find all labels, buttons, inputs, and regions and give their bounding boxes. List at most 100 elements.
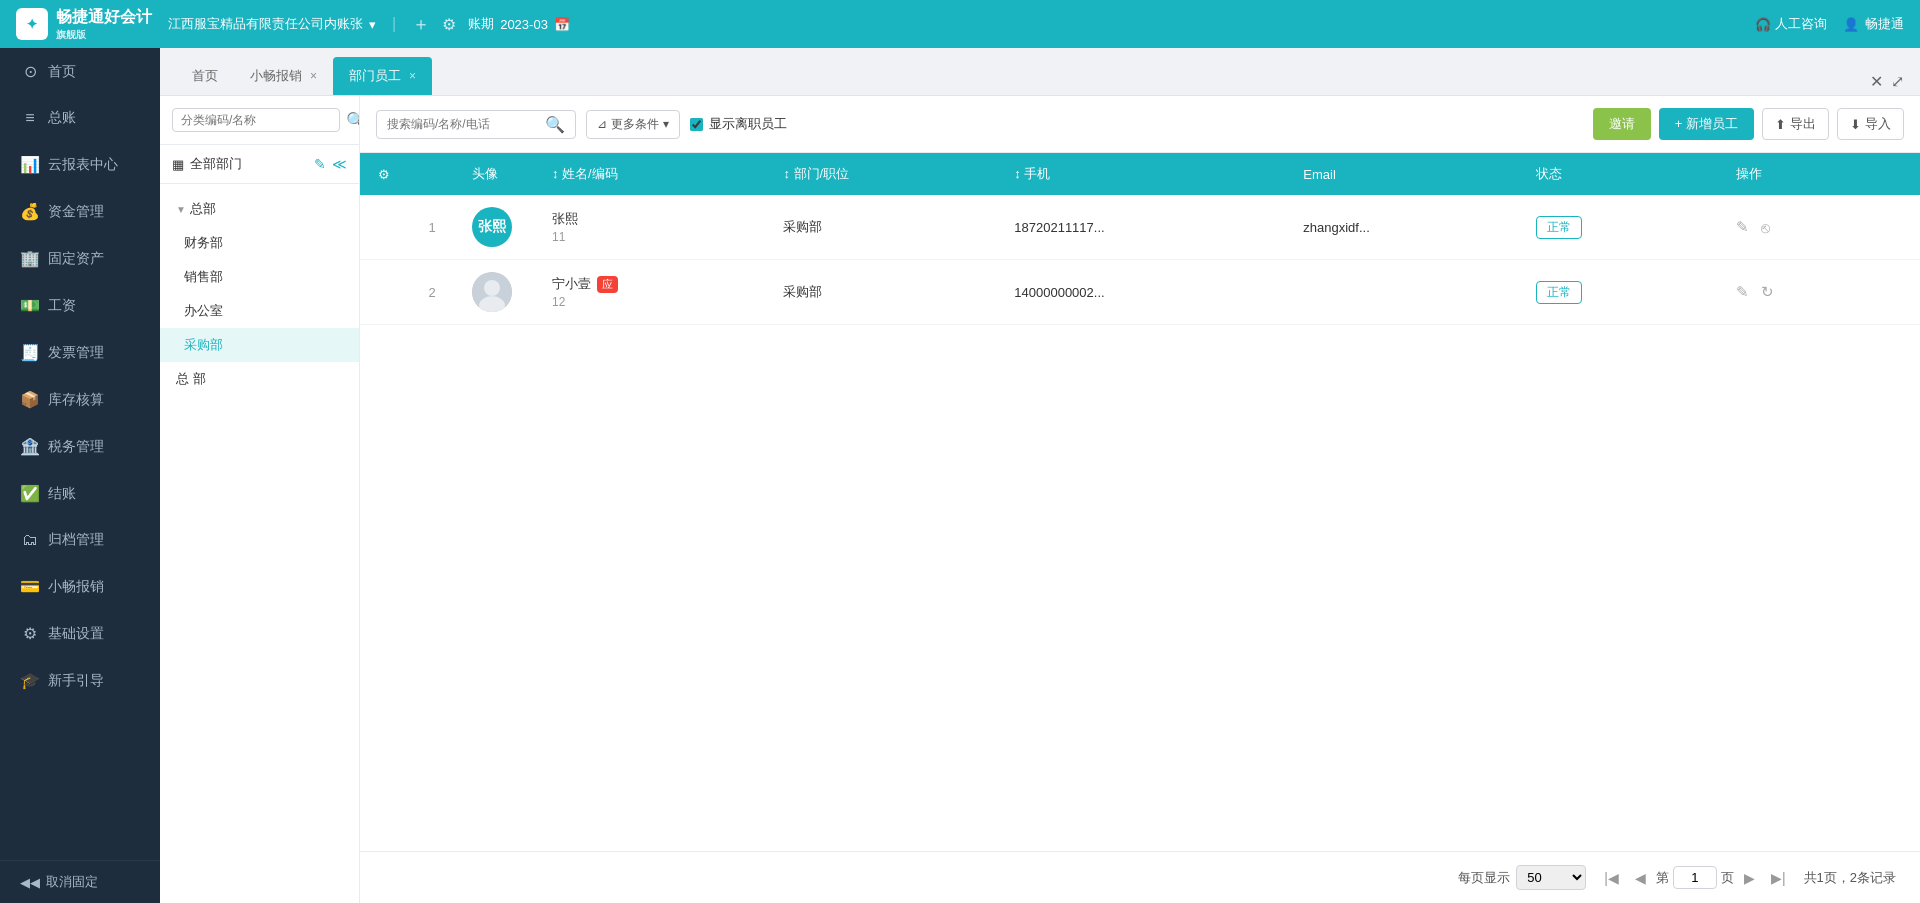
- show-resigned-checkbox[interactable]: [690, 118, 703, 131]
- sidebar-item-payroll[interactable]: 💵 工资: [0, 282, 160, 329]
- sidebar-item-guide[interactable]: 🎓 新手引导: [0, 657, 160, 704]
- table-row: 2: [360, 260, 1920, 325]
- col-dept-position[interactable]: ↕ 部门/职位: [767, 153, 998, 195]
- calendar-icon[interactable]: 📅: [554, 17, 570, 32]
- sidebar-item-label: 资金管理: [48, 203, 104, 221]
- dept-tree-body: ▼ 总部 财务部 销售部 办公室 采购部: [160, 184, 359, 903]
- sidebar-item-label: 云报表中心: [48, 156, 118, 174]
- tab-home[interactable]: 首页: [176, 57, 234, 95]
- add-employee-button[interactable]: + 新增员工: [1659, 108, 1754, 140]
- tab-employees[interactable]: 部门员工 ×: [333, 57, 432, 95]
- settings-icon[interactable]: ⚙: [442, 15, 456, 34]
- col-phone[interactable]: ↕ 手机: [998, 153, 1287, 195]
- settings-nav-icon: ⚙: [20, 624, 40, 643]
- edit-icon[interactable]: ✎: [1736, 218, 1749, 236]
- show-resigned-checkbox-wrap[interactable]: 显示离职员工: [690, 115, 787, 133]
- dept-purchase-label: 采购部: [184, 336, 223, 354]
- main-layout: ⊙ 首页 ≡ 总账 📊 云报表中心 💰 资金管理 🏢 固定资产 💵 工资 🧾 发…: [0, 48, 1920, 903]
- sidebar-item-closing[interactable]: ✅ 结账: [0, 470, 160, 517]
- user-menu[interactable]: 👤 畅捷通: [1843, 15, 1904, 33]
- row-2-actions: ✎ ↻: [1720, 260, 1920, 325]
- sidebar-item-assets[interactable]: 🏢 固定资产: [0, 235, 160, 282]
- refresh-icon[interactable]: ↻: [1761, 283, 1774, 301]
- next-page-button[interactable]: ▶: [1738, 867, 1761, 889]
- avatar: [472, 272, 512, 312]
- close-window-icon[interactable]: ✕: [1870, 72, 1883, 91]
- dept-node-hq-parent[interactable]: ▼ 总部: [160, 192, 359, 226]
- period-value: 2023-03: [500, 17, 548, 32]
- status-badge: 正常: [1536, 281, 1582, 304]
- sidebar-item-invoices[interactable]: 🧾 发票管理: [0, 329, 160, 376]
- row-2-name-code: 宁小壹 应 12: [536, 260, 767, 325]
- dept-edit-icon[interactable]: ✎: [314, 156, 326, 172]
- export-button[interactable]: ⬆ 导出: [1762, 108, 1829, 140]
- company-name: 江西服宝精品有限责任公司内账张: [168, 15, 363, 33]
- prev-page-button[interactable]: ◀: [1629, 867, 1652, 889]
- row-2-settings: [360, 260, 408, 325]
- sidebar-item-label: 发票管理: [48, 344, 104, 362]
- dept-sales-label: 销售部: [184, 268, 223, 286]
- dept-search-icon[interactable]: 🔍: [346, 111, 360, 130]
- sidebar-item-reports[interactable]: 📊 云报表中心: [0, 141, 160, 188]
- add-company-button[interactable]: ＋: [412, 12, 430, 36]
- sidebar-item-expense[interactable]: 💳 小畅报销: [0, 563, 160, 610]
- logout-icon[interactable]: ⎋: [1761, 219, 1770, 236]
- badge-pending: 应: [597, 276, 618, 293]
- app-logo-title: 畅捷通好会计: [56, 7, 152, 28]
- first-page-button[interactable]: |◀: [1598, 867, 1625, 889]
- row-1-phone: 18720211117...: [998, 195, 1287, 260]
- dept-tree-title: ▦ 全部部门: [172, 155, 242, 173]
- import-button[interactable]: ⬇ 导入: [1837, 108, 1904, 140]
- page-label: 第: [1656, 869, 1669, 887]
- dept-arrow-icon: ▼: [176, 204, 186, 215]
- assets-icon: 🏢: [20, 249, 40, 268]
- all-dept-label: 全部部门: [190, 155, 242, 173]
- dept-collapse-icon[interactable]: ≪: [332, 156, 347, 172]
- sidebar-item-settings[interactable]: ⚙ 基础设置: [0, 610, 160, 657]
- col-settings[interactable]: ⚙: [360, 153, 408, 195]
- last-page-button[interactable]: ▶|: [1765, 867, 1792, 889]
- app-edition: 旗舰版: [56, 28, 152, 42]
- col-email: Email: [1287, 153, 1520, 195]
- col-name-code[interactable]: ↕ 姓名/编码: [536, 153, 767, 195]
- sidebar-item-home[interactable]: ⊙ 首页: [0, 48, 160, 95]
- sidebar-pin-toggle[interactable]: ◀◀ 取消固定: [0, 860, 160, 903]
- row-2-status: 正常: [1520, 260, 1720, 325]
- dept-node-office[interactable]: 办公室: [160, 294, 359, 328]
- employee-search-icon[interactable]: 🔍: [545, 115, 565, 134]
- dept-group-name: 总部: [190, 200, 216, 218]
- payroll-icon: 💵: [20, 296, 40, 315]
- edit-icon[interactable]: ✎: [1736, 283, 1749, 301]
- employee-search-input[interactable]: [387, 117, 539, 131]
- page-number-input[interactable]: [1673, 866, 1717, 889]
- tab-employees-close[interactable]: ×: [409, 69, 416, 83]
- dept-node-sales[interactable]: 销售部: [160, 260, 359, 294]
- sidebar-item-archive[interactable]: 🗂 归档管理: [0, 517, 160, 563]
- page-content: 🔍 ▦ 全部部门 ✎ ≪ ▼ 总部: [160, 96, 1920, 903]
- dept-node-purchase[interactable]: 采购部: [160, 328, 359, 362]
- employee-code: 12: [552, 295, 751, 309]
- service-button[interactable]: 🎧 人工咨询: [1755, 15, 1827, 33]
- tab-expense[interactable]: 小畅报销 ×: [234, 57, 333, 95]
- sidebar-item-tax[interactable]: 🏦 税务管理: [0, 423, 160, 470]
- sidebar-item-label: 库存核算: [48, 391, 104, 409]
- sidebar-item-label: 小畅报销: [48, 578, 104, 596]
- sidebar-item-ledger[interactable]: ≡ 总账: [0, 95, 160, 141]
- company-selector[interactable]: 江西服宝精品有限责任公司内账张 ▾: [168, 15, 376, 33]
- invite-button[interactable]: 邀请: [1593, 108, 1651, 140]
- col-actions: 操作: [1720, 153, 1920, 195]
- sidebar-item-label: 首页: [48, 63, 76, 81]
- pin-icon: ◀◀: [20, 875, 40, 890]
- dept-finance-label: 财务部: [184, 234, 223, 252]
- sidebar-item-funds[interactable]: 💰 资金管理: [0, 188, 160, 235]
- dept-search-input[interactable]: [172, 108, 340, 132]
- tab-expense-close[interactable]: ×: [310, 69, 317, 83]
- row-1-email: zhangxidf...: [1287, 195, 1520, 260]
- dept-node-finance[interactable]: 财务部: [160, 226, 359, 260]
- filter-dropdown-icon: ▾: [663, 117, 669, 131]
- fullscreen-icon[interactable]: ⤢: [1891, 72, 1904, 91]
- filter-more-button[interactable]: ⊿ 更多条件 ▾: [586, 110, 680, 139]
- sidebar-item-inventory[interactable]: 📦 库存核算: [0, 376, 160, 423]
- dept-node-hq[interactable]: 总 部: [160, 362, 359, 396]
- per-page-select[interactable]: 50 10 20 100: [1516, 865, 1586, 890]
